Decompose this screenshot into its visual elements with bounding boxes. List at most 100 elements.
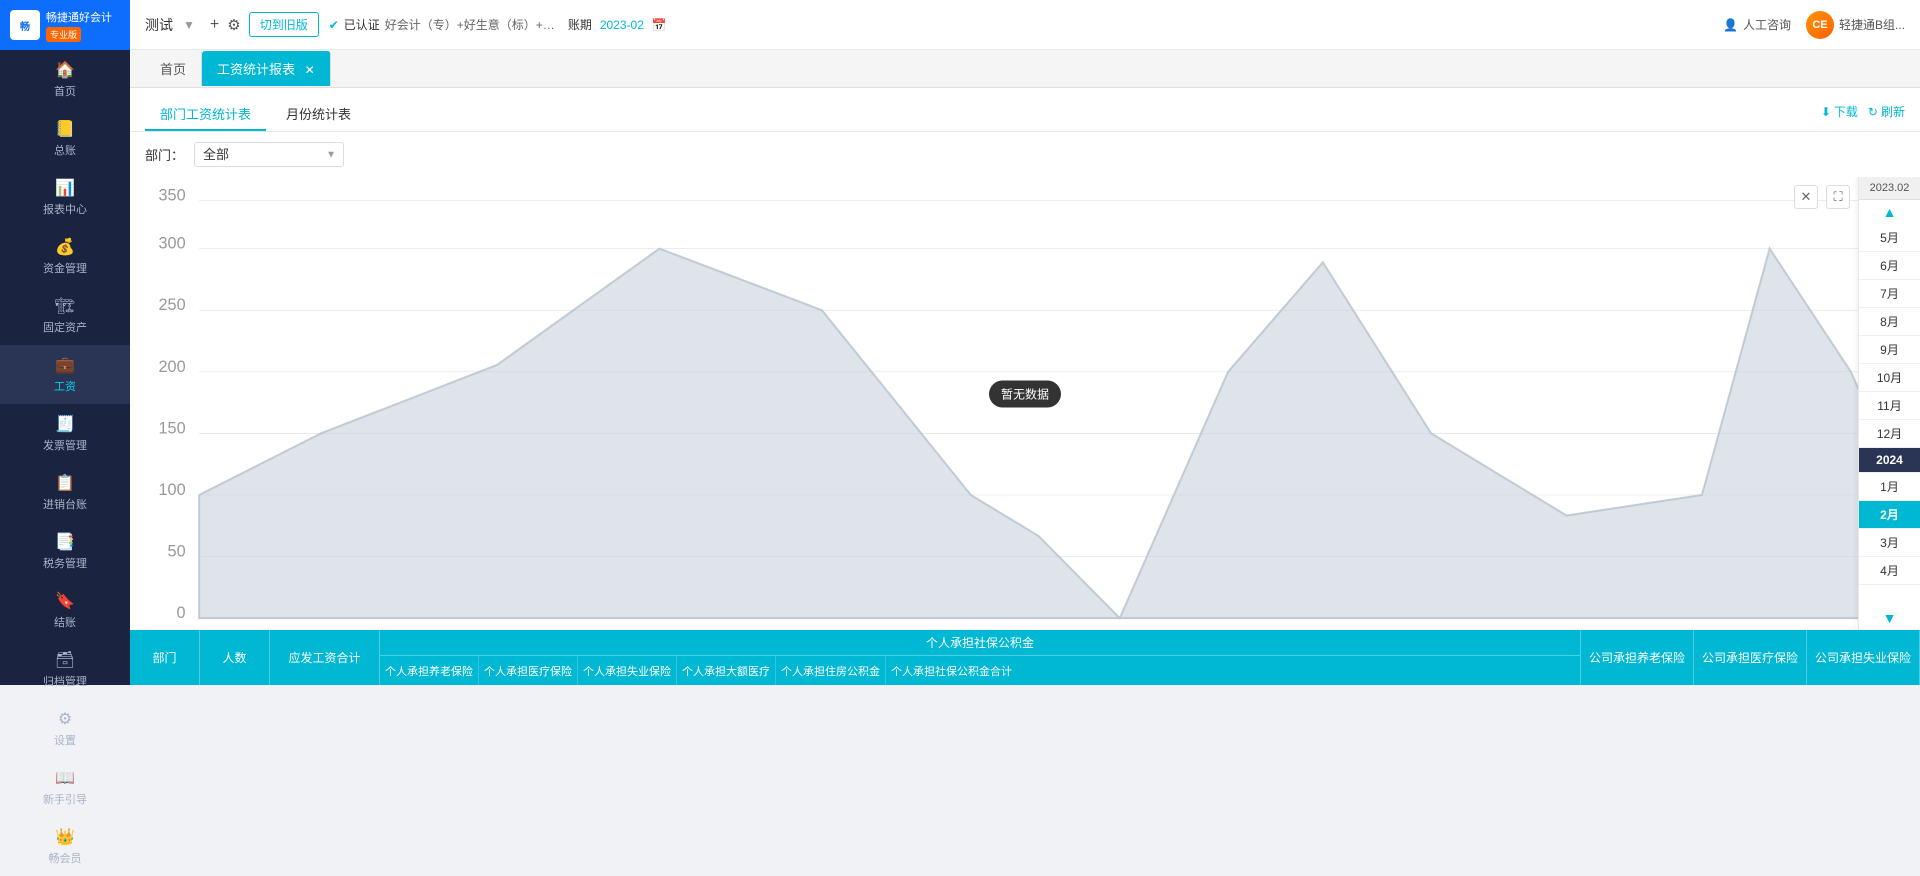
- tab-home[interactable]: 首页: [145, 51, 202, 86]
- table-col-salary-total: 应发工资合计: [270, 630, 380, 685]
- sidebar-icon-11: ⚙: [58, 709, 72, 729]
- date-panel-jul[interactable]: 7月: [1859, 280, 1920, 308]
- sidebar-item-总账[interactable]: 📒总账: [0, 109, 130, 168]
- refresh-icon: ↻: [1868, 105, 1878, 119]
- status-certified: 已认证: [344, 16, 380, 33]
- download-button[interactable]: ⬇ 下载: [1821, 103, 1858, 120]
- sidebar-item-归档管理[interactable]: 🗃归档管理: [0, 640, 130, 699]
- sidebar-item-固定资产[interactable]: 🏗 固定资产: [0, 286, 130, 345]
- sub-tabs: 部门工资统计表 月份统计表 ⬇ 下载 ↻ 刷新: [130, 88, 1920, 132]
- sidebar-icon-0: 🏠: [55, 60, 75, 80]
- chart-container: 0 50 100 150 200 250 300 350: [130, 177, 1920, 630]
- sidebar-item-新手引导[interactable]: 📖新手引导: [0, 758, 130, 817]
- topbar-right: 👤 人工咨询 CE 轻捷通B组...: [1723, 11, 1905, 39]
- switch-view-button[interactable]: 切到旧版: [249, 12, 319, 37]
- breadcrumb-tabs: 首页 工资统计报表 ✕: [130, 50, 1920, 88]
- sidebar-label-4: 固定资产: [43, 319, 87, 335]
- sidebar-item-畅会员[interactable]: 👑 畅会员: [0, 817, 130, 876]
- date-panel-apr24[interactable]: 4月: [1859, 557, 1920, 585]
- svg-text:0: 0: [177, 604, 186, 622]
- sidebar-item-报表中心[interactable]: 📊 报表中心: [0, 168, 130, 227]
- date-panel-oct[interactable]: 10月: [1859, 364, 1920, 392]
- filter-dept-select[interactable]: 全部 行政部 销售部 技术部: [194, 142, 344, 167]
- date-panel-aug[interactable]: 8月: [1859, 308, 1920, 336]
- date-panel-jan24[interactable]: 1月: [1859, 473, 1920, 501]
- sidebar-label-0: 首页: [54, 83, 76, 99]
- topbar-actions: + ⚙ 切到旧版: [210, 12, 319, 37]
- filter-dept-label: 部门：: [145, 145, 184, 164]
- sub-tab-monthly-label: 月份统计表: [286, 107, 351, 122]
- sidebar-item-进销台账[interactable]: 📋 进销台账: [0, 463, 130, 522]
- date-panel-may[interactable]: 5月: [1859, 224, 1920, 252]
- date-panel-dec[interactable]: 12月: [1859, 420, 1920, 448]
- sidebar-icon-7: 📋: [55, 473, 75, 493]
- tab-salary-report[interactable]: 工资统计报表 ✕: [202, 51, 331, 86]
- tab-close-button[interactable]: ✕: [305, 63, 315, 77]
- calendar-icon[interactable]: 📅: [652, 18, 667, 32]
- table-group-personal: 个人承担社保公积金 个人承担养老保险 个人承担医疗保险 个人承担失业保险 个人承…: [380, 630, 1581, 685]
- sidebar-label-2: 报表中心: [43, 201, 87, 217]
- sub-tab-monthly[interactable]: 月份统计表: [271, 98, 366, 131]
- user-profile-button[interactable]: CE 轻捷通B组...: [1806, 11, 1905, 39]
- date-panel-year-2024[interactable]: 2024: [1859, 448, 1920, 473]
- sub-tab-dept-label: 部门工资统计表: [160, 107, 251, 122]
- svg-text:150: 150: [159, 419, 186, 437]
- sidebar-icon-10: 🗃: [55, 650, 75, 670]
- sidebar-label-7: 进销台账: [43, 496, 87, 512]
- sub-tab-department[interactable]: 部门工资统计表: [145, 98, 266, 131]
- settings-icon[interactable]: ⚙: [227, 16, 240, 34]
- help-button[interactable]: 👤 人工咨询: [1723, 16, 1791, 33]
- topbar-status: ✔ 已认证 好会计（专）+好生意（标）+… 账期 2023-02 📅: [329, 16, 667, 33]
- sidebar-label-13: 畅会员: [49, 850, 82, 866]
- sidebar-icon-2: 📊: [55, 178, 75, 198]
- date-panel-down-nav[interactable]: ▼: [1859, 606, 1920, 630]
- sidebar-icon-13: 👑: [55, 827, 75, 847]
- table-col-company-unemploy: 公司承担失业保险: [1807, 630, 1920, 685]
- date-panel-mar24[interactable]: 3月: [1859, 529, 1920, 557]
- sidebar-label-11: 设置: [54, 732, 76, 748]
- table-col-personal-total: 个人承担社保公积金合计: [886, 656, 1017, 685]
- sidebar: 畅 畅捷通好会计 专业版 🏠首页📒总账📊报表中心💰资金管理🏗固定资产💼工资🧾发票…: [0, 0, 130, 685]
- table-col-dept: 部门: [130, 630, 200, 685]
- certified-icon: ✔: [329, 18, 339, 32]
- sidebar-item-首页[interactable]: 🏠 首页: [0, 50, 130, 109]
- tab-salary-label: 工资统计报表: [217, 62, 295, 77]
- period-label: 账期: [568, 16, 592, 33]
- period-value: 2023-02: [600, 18, 644, 32]
- svg-text:50: 50: [168, 542, 186, 560]
- date-panel-nov[interactable]: 11月: [1859, 392, 1920, 420]
- user-name: 轻捷通B组...: [1839, 16, 1905, 33]
- filter-bar: 部门： 全部 行政部 销售部 技术部: [130, 132, 1920, 177]
- table-group-personal-title: 个人承担社保公积金: [380, 630, 1580, 656]
- sidebar-item-资金管理[interactable]: 💰资金管理: [0, 227, 130, 286]
- table-group-personal-cols: 个人承担养老保险 个人承担医疗保险 个人承担失业保险 个人承担大额医疗 个人承担…: [380, 656, 1580, 685]
- sidebar-item-发票管理[interactable]: 🧾 发票管理: [0, 404, 130, 463]
- topbar-title: 测试: [145, 15, 173, 35]
- date-panel-up-nav[interactable]: ▲: [1859, 200, 1920, 224]
- refresh-button[interactable]: ↻ 刷新: [1868, 103, 1905, 120]
- sidebar-icon-6: 🧾: [55, 414, 75, 434]
- date-panel-sep[interactable]: 9月: [1859, 336, 1920, 364]
- svg-text:200: 200: [159, 358, 186, 376]
- sidebar-label-6: 发票管理: [43, 437, 87, 453]
- download-icon: ⬇: [1821, 105, 1831, 119]
- sidebar-item-设置[interactable]: ⚙ 设置: [0, 699, 130, 758]
- topbar-dropdown-arrow[interactable]: ▼: [183, 18, 195, 32]
- sidebar-icon-8: 📑: [55, 532, 75, 552]
- content-area: 首页 工资统计报表 ✕ 部门工资统计表 月份统计表 ⬇ 下载: [130, 50, 1920, 685]
- date-panel-feb24[interactable]: 2月: [1859, 501, 1920, 529]
- expand-panel-button[interactable]: ⛶: [1826, 185, 1850, 209]
- sidebar-item-结账[interactable]: 🔖结账: [0, 581, 130, 640]
- sidebar-icon-4: 🏗: [55, 296, 75, 316]
- add-icon[interactable]: +: [210, 16, 219, 34]
- close-panel-button[interactable]: ✕: [1794, 185, 1818, 209]
- sidebar-item-税务管理[interactable]: 📑税务管理: [0, 522, 130, 581]
- sidebar-items: 🏠 首页 📒总账 📊 报表中心 💰资金管理 🏗 固定资产 💼工资 🧾 发票管理 📋 进销台账 📑税务管理🔖…: [0, 50, 130, 876]
- svg-text:100: 100: [159, 481, 186, 499]
- sidebar-item-工资[interactable]: 💼工资: [0, 345, 130, 404]
- table-col-personal-unemploy: 个人承担失业保险: [578, 656, 677, 685]
- table-header: 部门 人数 应发工资合计 个人承担社保公积金 个人承担养老保险 个人承担医疗保险…: [130, 630, 1920, 685]
- date-panel-jun[interactable]: 6月: [1859, 252, 1920, 280]
- sidebar-label-1: 总账: [54, 142, 76, 158]
- sidebar-icon-5: 💼: [55, 355, 75, 375]
